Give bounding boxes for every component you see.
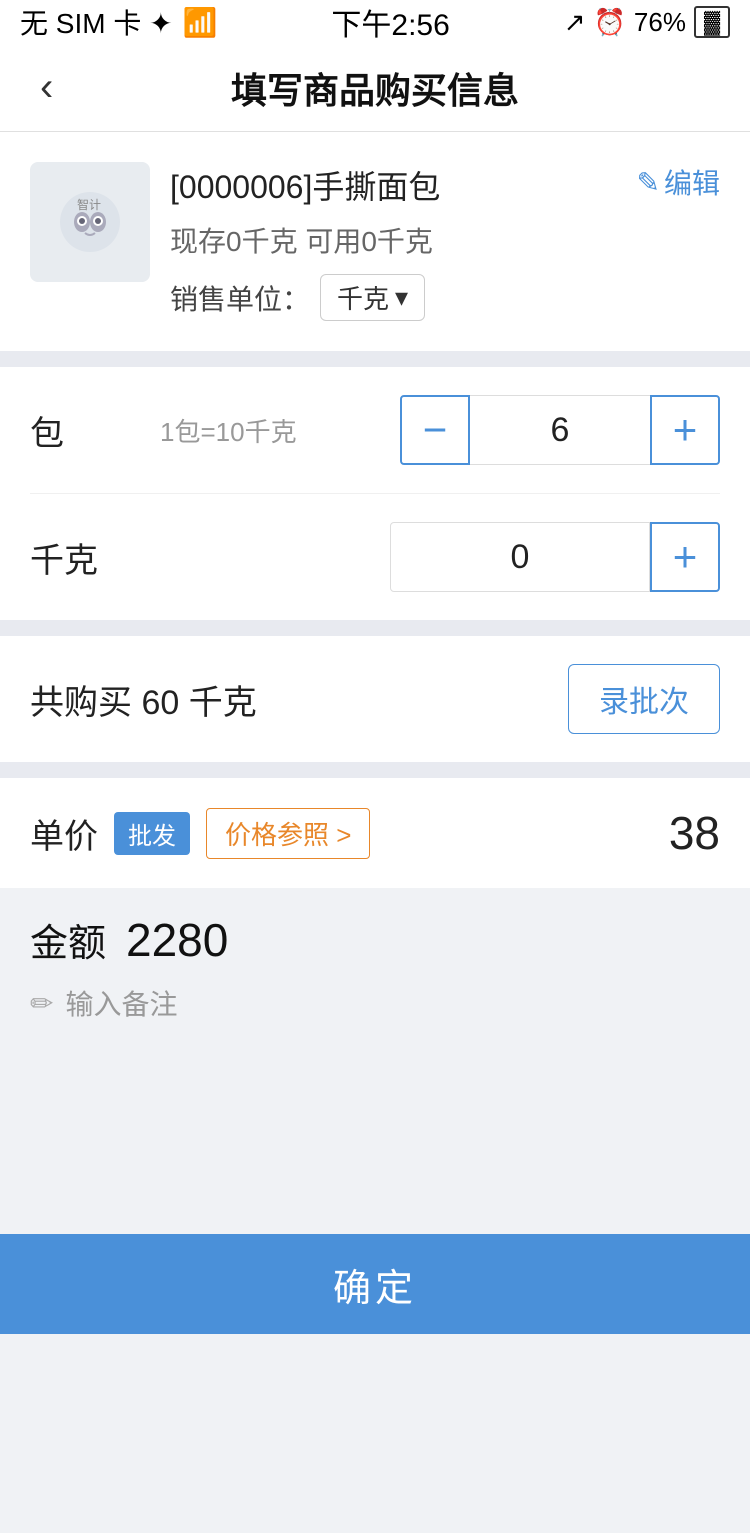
product-unit: 销售单位： 千克 ▾ — [170, 274, 440, 321]
battery-label: 76% — [634, 7, 686, 38]
battery-icon: ▓ — [694, 6, 730, 38]
product-image: 智计 — [30, 162, 150, 282]
kg-label: 千克 — [30, 533, 150, 582]
price-value: 38 — [669, 806, 720, 860]
pack-row: 包 1包=10千克 − + — [30, 367, 720, 494]
chevron-down-icon: ▾ — [395, 282, 408, 313]
status-bar: 无 SIM 卡 ✦ 📶 下午2:56 ↗ ⏰ 76% ▓ — [0, 0, 750, 44]
page-title: 填写商品购买信息 — [231, 62, 519, 114]
wifi-icon: 📶 — [183, 6, 218, 39]
amount-row: 金额 2280 — [30, 912, 720, 967]
location-icon: ↗ — [564, 7, 586, 38]
kg-increment-button[interactable]: + — [650, 522, 720, 592]
svg-text:智计: 智计 — [77, 197, 101, 212]
pack-sublabel: 1包=10千克 — [160, 412, 297, 449]
edit-icon: ✎ — [637, 166, 660, 199]
product-info: [0000006]手撕面包 现存0千克 可用0千克 销售单位： 千克 ▾ ✎ 编… — [170, 162, 720, 321]
nav-bar: ‹ 填写商品购买信息 — [0, 44, 750, 132]
sim-label: 无 SIM 卡 ✦ — [20, 2, 173, 42]
total-row: 共购买 60 千克 录批次 — [0, 636, 750, 762]
pack-section: 包 1包=10千克 − + 千克 + — [0, 367, 750, 620]
price-label: 单价 — [30, 809, 98, 858]
price-section: 单价 批发 价格参照 > 38 — [0, 778, 750, 888]
record-batch-button[interactable]: 录批次 — [568, 664, 720, 734]
total-label: 共购买 60 千克 — [30, 675, 257, 724]
price-left: 单价 批发 价格参照 > — [30, 808, 370, 859]
pencil-icon: ✏ — [30, 987, 53, 1020]
alarm-icon: ⏰ — [594, 7, 626, 38]
kg-input[interactable] — [390, 522, 650, 592]
product-card: 智计 [0000006]手撕面包 现存0千克 可用0千克 销售单位： 千克 ▾ — [0, 132, 750, 351]
status-right: ↗ ⏰ 76% ▓ — [564, 6, 730, 38]
divider-1 — [0, 351, 750, 367]
price-tag: 批发 — [114, 812, 190, 855]
note-hint: 输入备注 — [65, 983, 177, 1023]
status-time: 下午2:56 — [331, 0, 449, 44]
amount-value: 2280 — [126, 913, 228, 967]
empty-space — [0, 1033, 750, 1433]
pack-label: 包 — [30, 406, 150, 455]
divider-3 — [0, 762, 750, 778]
product-name: [0000006]手撕面包 — [170, 162, 440, 208]
unit-selector[interactable]: 千克 ▾ — [320, 274, 425, 321]
edit-button[interactable]: ✎ 编辑 — [637, 162, 720, 202]
note-row[interactable]: ✏ 输入备注 — [30, 983, 720, 1023]
status-left: 无 SIM 卡 ✦ 📶 — [20, 2, 217, 42]
unit-label: 销售单位： — [170, 278, 310, 318]
pack-input[interactable] — [470, 395, 650, 465]
price-ref-button[interactable]: 价格参照 > — [206, 808, 370, 859]
amount-section: 金额 2280 ✏ 输入备注 — [0, 888, 750, 1033]
product-stock: 现存0千克 可用0千克 — [170, 220, 440, 260]
kg-stepper: + — [390, 522, 720, 592]
pack-increment-button[interactable]: + — [650, 395, 720, 465]
amount-label: 金额 — [30, 912, 106, 967]
confirm-button[interactable]: 确定 — [0, 1234, 750, 1334]
pack-stepper: − + — [400, 395, 720, 465]
pack-decrement-button[interactable]: − — [400, 395, 470, 465]
divider-2 — [0, 620, 750, 636]
back-button[interactable]: ‹ — [30, 55, 63, 120]
kg-row: 千克 + — [30, 494, 720, 620]
